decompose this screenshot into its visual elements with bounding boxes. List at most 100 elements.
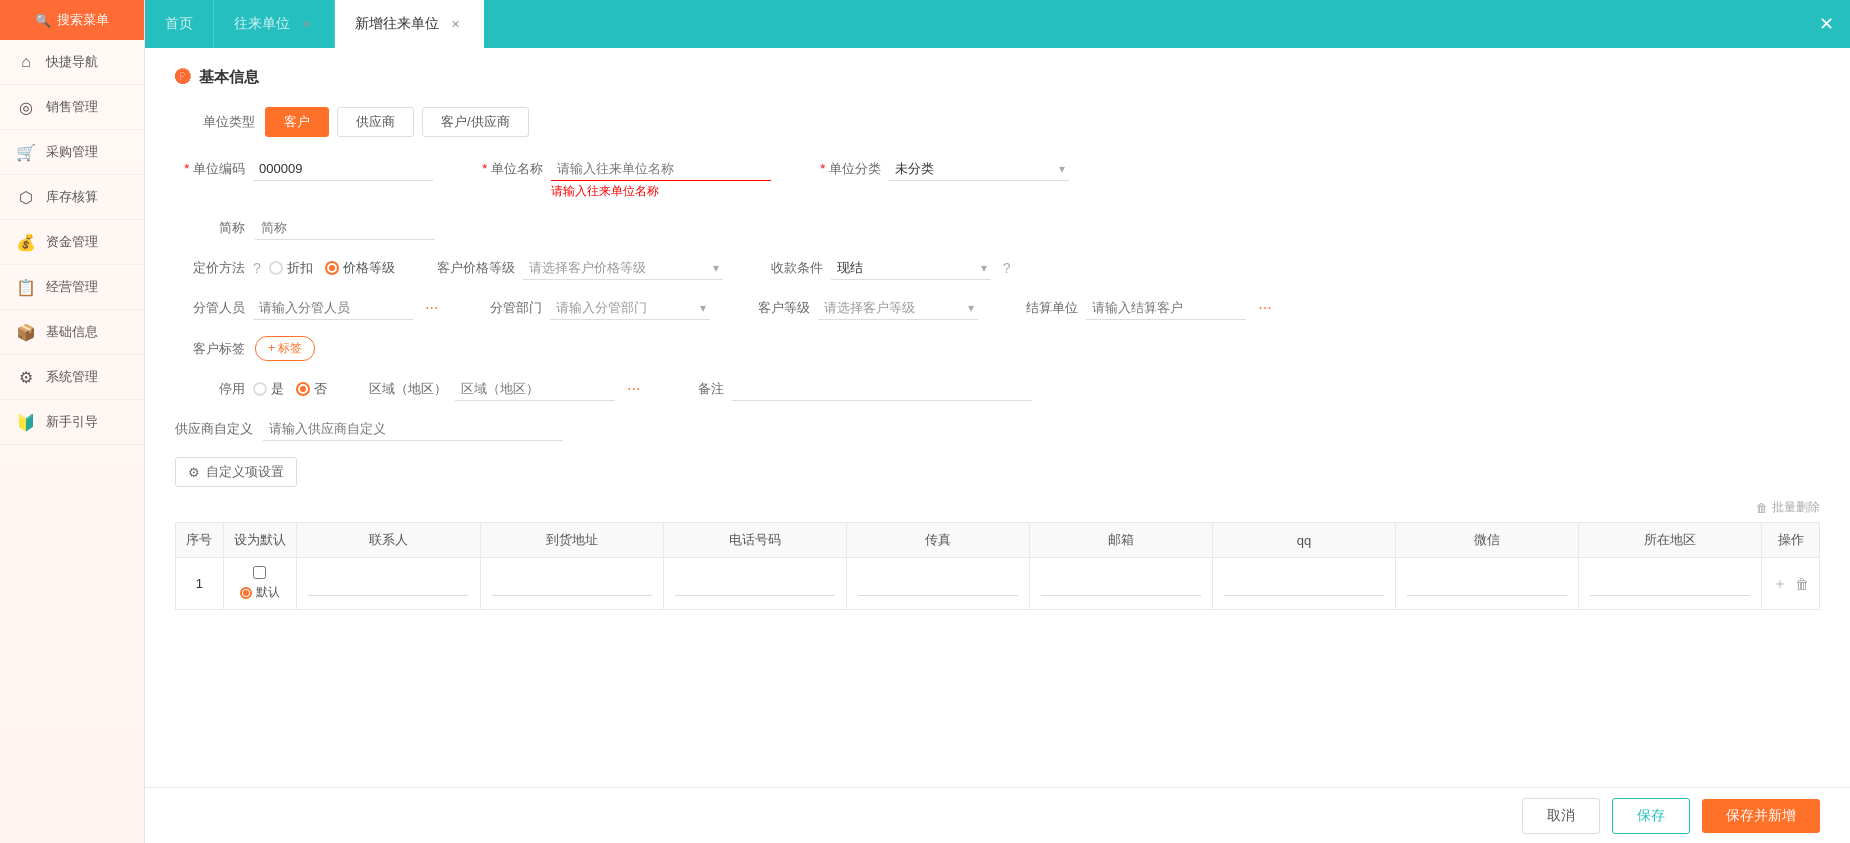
col-action: 操作 (1762, 523, 1820, 558)
col-index: 序号 (176, 523, 224, 558)
customer-price-level-select[interactable]: 请选择客户价格等级 (523, 256, 723, 280)
payment-terms-select[interactable]: 现结 (831, 256, 991, 280)
settlement-more-btn[interactable]: ··· (1254, 299, 1275, 317)
unit-category-label: 单位分类 (811, 160, 881, 178)
manager-field: 分管人员 ··· (175, 296, 442, 320)
pricing-help-icon[interactable]: ? (253, 260, 261, 276)
payment-help-icon[interactable]: ? (1003, 260, 1011, 276)
inventory-icon: ⬡ (16, 187, 36, 207)
manager-input[interactable] (253, 296, 413, 320)
tab-home[interactable]: 首页 (145, 0, 214, 48)
supplier-custom-input[interactable] (263, 417, 563, 441)
qq-input[interactable] (1224, 572, 1384, 596)
col-qq: qq (1212, 523, 1395, 558)
pricing-radio-group: 折扣 价格等级 (269, 259, 395, 277)
add-row-icon[interactable]: ＋ (1773, 575, 1787, 593)
custom-settings-button[interactable]: ⚙ 自定义项设置 (175, 457, 297, 487)
sidebar-item-quick-nav[interactable]: ⌂ 快捷导航 (0, 40, 144, 85)
col-fax: 传真 (846, 523, 1029, 558)
form-content: 🅟 基本信息 单位类型 客户 供应商 客户/供应商 单位编码 单位名称 (145, 48, 1850, 787)
radio-yes-circle (253, 382, 267, 396)
customer-level-field: 客户等级 请选择客户等级 (750, 296, 978, 320)
sidebar-item-guide[interactable]: 🔰 新手引导 (0, 400, 144, 445)
sidebar-item-finance[interactable]: 💰 资金管理 (0, 220, 144, 265)
department-select[interactable]: 请输入分管部门 (550, 296, 710, 320)
sidebar-item-inventory[interactable]: ⬡ 库存核算 (0, 175, 144, 220)
manager-label: 分管人员 (175, 299, 245, 317)
close-new-partner-tab[interactable]: ✕ (447, 16, 463, 32)
tab-partners[interactable]: 往来单位 ✕ (214, 0, 335, 48)
unit-code-field: 单位编码 (175, 157, 433, 181)
notes-label: 备注 (684, 380, 724, 398)
region-input[interactable] (455, 377, 615, 401)
payment-terms-wrapper: 现结 (831, 256, 991, 280)
short-name-input[interactable] (255, 216, 435, 240)
radio-discount[interactable]: 折扣 (269, 259, 313, 277)
unit-code-label: 单位编码 (175, 160, 245, 178)
customer-level-select[interactable]: 请选择客户等级 (818, 296, 978, 320)
row-supplier-custom: 供应商自定义 (175, 417, 1820, 441)
settlement-unit-input[interactable] (1086, 296, 1246, 320)
sidebar-item-system[interactable]: ⚙ 系统管理 (0, 355, 144, 400)
address-input[interactable] (492, 572, 652, 596)
unit-code-input[interactable] (253, 157, 433, 181)
radio-price-level[interactable]: 价格等级 (325, 259, 395, 277)
guide-icon: 🔰 (16, 412, 36, 432)
section-basic-info: 🅟 基本信息 (175, 68, 1820, 87)
fax-input[interactable] (858, 572, 1018, 596)
type-btn-both[interactable]: 客户/供应商 (422, 107, 529, 137)
cell-qq (1212, 558, 1395, 610)
radio-yes[interactable]: 是 (253, 380, 284, 398)
customer-level-wrapper: 请选择客户等级 (818, 296, 978, 320)
radio-price-level-circle (325, 261, 339, 275)
type-btn-supplier[interactable]: 供应商 (337, 107, 414, 137)
add-tag-button[interactable]: + 标签 (255, 336, 315, 361)
phone-input[interactable] (675, 572, 835, 596)
settlement-unit-field: 结算单位 ··· (1018, 296, 1275, 320)
radio-no[interactable]: 否 (296, 380, 327, 398)
unit-category-select[interactable]: 未分类 (889, 157, 1069, 181)
close-partners-tab[interactable]: ✕ (298, 16, 314, 32)
sidebar: 🔍 搜索菜单 ⌂ 快捷导航 ◎ 销售管理 🛒 采购管理 ⬡ 库存核算 💰 资金管… (0, 0, 145, 843)
cell-region (1579, 558, 1762, 610)
region-cell-input[interactable] (1590, 572, 1750, 596)
email-input[interactable] (1041, 572, 1201, 596)
system-icon: ⚙ (16, 367, 36, 387)
default-radio[interactable] (240, 587, 252, 599)
search-icon: 🔍 (35, 13, 51, 28)
basics-icon: 📦 (16, 322, 36, 342)
row-pricing: 定价方法 ? 折扣 价格等级 客户价格等级 请选择客 (175, 256, 1820, 280)
save-button[interactable]: 保存 (1612, 798, 1690, 834)
cell-fax (846, 558, 1029, 610)
sidebar-item-operations[interactable]: 📋 经营管理 (0, 265, 144, 310)
cell-email (1029, 558, 1212, 610)
type-btn-customer[interactable]: 客户 (265, 107, 329, 137)
region-field: 区域（地区） ··· (367, 377, 644, 401)
radio-discount-circle (269, 261, 283, 275)
close-window-button[interactable]: ✕ (1803, 0, 1850, 48)
batch-delete-button[interactable]: 🗑 批量删除 (1756, 499, 1820, 516)
delete-icon: 🗑 (1756, 501, 1768, 515)
supplier-custom-label: 供应商自定义 (175, 420, 253, 438)
sidebar-item-basics[interactable]: 📦 基础信息 (0, 310, 144, 355)
contacts-table-section: 🗑 批量删除 序号 设为默认 联系人 到货地址 电话号码 传真 邮箱 (175, 499, 1820, 610)
manager-more-btn[interactable]: ··· (421, 299, 442, 317)
save-new-button[interactable]: 保存并新增 (1702, 799, 1820, 833)
sales-icon: ◎ (16, 97, 36, 117)
delete-row-icon[interactable]: 🗑 (1795, 576, 1809, 592)
finance-icon: 💰 (16, 232, 36, 252)
row-checkbox[interactable] (253, 566, 266, 579)
search-menu[interactable]: 🔍 搜索菜单 (0, 0, 144, 40)
wechat-input[interactable] (1407, 572, 1567, 596)
main-area: 首页 往来单位 ✕ 新增往来单位 ✕ ✕ 🅟 基本信息 单位类型 客户 供应商 … (145, 0, 1850, 843)
unit-name-input[interactable] (551, 157, 771, 181)
sidebar-item-sales[interactable]: ◎ 销售管理 (0, 85, 144, 130)
unit-name-label: 单位名称 (473, 160, 543, 178)
contact-input[interactable] (308, 572, 468, 596)
region-more-btn[interactable]: ··· (623, 380, 644, 398)
tab-new-partner[interactable]: 新增往来单位 ✕ (335, 0, 484, 48)
notes-input[interactable] (732, 377, 1032, 401)
sidebar-item-purchase[interactable]: 🛒 采购管理 (0, 130, 144, 175)
cancel-button[interactable]: 取消 (1522, 798, 1600, 834)
disabled-label: 停用 (175, 380, 245, 398)
